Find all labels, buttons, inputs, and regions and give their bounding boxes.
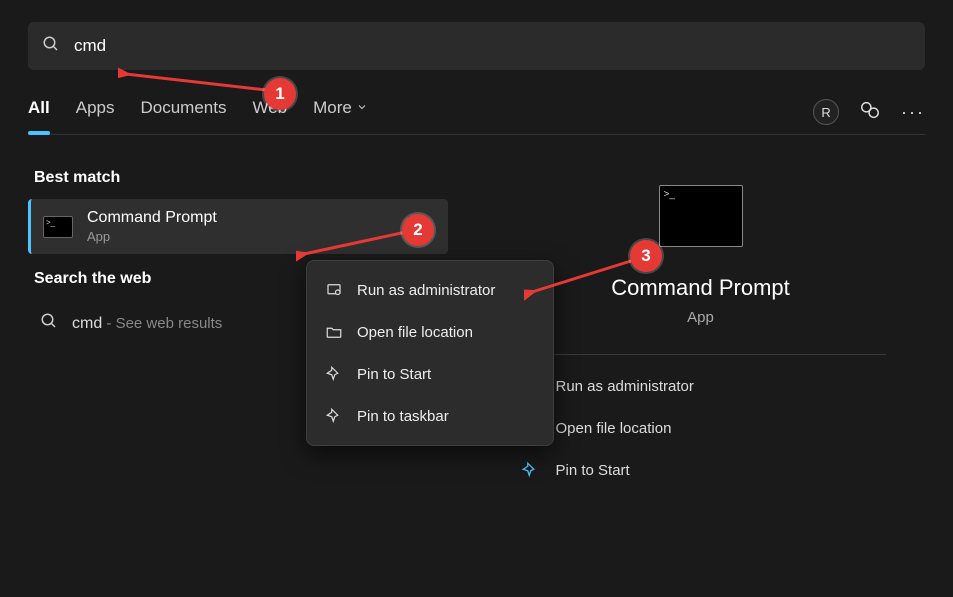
- tabs-row: All Apps Documents Web More R ···: [28, 92, 925, 135]
- action-label: Open file location: [556, 420, 672, 437]
- result-subtitle: App: [87, 229, 217, 244]
- action-run-admin[interactable]: Run as administrator: [516, 365, 886, 407]
- tab-more-label: More: [313, 98, 352, 118]
- annotation-3: 3: [630, 240, 662, 272]
- annotation-2: 2: [402, 214, 434, 246]
- divider: [516, 354, 886, 355]
- ctx-label: Open file location: [357, 324, 473, 341]
- web-hint: - See web results: [102, 315, 222, 332]
- action-open-location[interactable]: Open file location: [516, 407, 886, 449]
- tab-all[interactable]: All: [28, 92, 50, 132]
- action-label: Pin to Start: [556, 462, 630, 479]
- ctx-label: Pin to Start: [357, 366, 431, 383]
- folder-icon: [325, 323, 343, 341]
- search-bar[interactable]: cmd: [28, 22, 925, 70]
- ctx-open-location[interactable]: Open file location: [307, 311, 553, 353]
- result-title: Command Prompt: [87, 209, 217, 227]
- tab-apps[interactable]: Apps: [76, 92, 115, 132]
- chat-icon[interactable]: [859, 99, 881, 126]
- pin-icon: [325, 365, 343, 383]
- annotation-1: 1: [264, 78, 296, 110]
- search-input[interactable]: cmd: [74, 36, 106, 56]
- preview-title: Command Prompt: [611, 275, 790, 301]
- context-menu: Run as administrator Open file location …: [306, 260, 554, 446]
- tab-more[interactable]: More: [313, 92, 368, 132]
- ctx-pin-taskbar[interactable]: Pin to taskbar: [307, 395, 553, 437]
- terminal-icon: [43, 216, 73, 238]
- search-icon: [40, 312, 58, 335]
- search-icon: [42, 35, 60, 58]
- action-label: Run as administrator: [556, 378, 694, 395]
- ctx-label: Run as administrator: [357, 282, 495, 299]
- more-icon[interactable]: ···: [901, 102, 925, 123]
- web-query: cmd: [72, 315, 102, 332]
- pin-icon: [520, 461, 540, 479]
- best-match-heading: Best match: [34, 169, 448, 187]
- ctx-label: Pin to taskbar: [357, 408, 449, 425]
- action-pin-start[interactable]: Pin to Start: [516, 449, 886, 491]
- ctx-run-admin[interactable]: Run as administrator: [307, 269, 553, 311]
- pin-icon: [325, 407, 343, 425]
- ctx-pin-start[interactable]: Pin to Start: [307, 353, 553, 395]
- preview-subtitle: App: [687, 309, 714, 326]
- shield-icon: [325, 281, 343, 299]
- tab-documents[interactable]: Documents: [140, 92, 226, 132]
- terminal-icon: [659, 185, 743, 247]
- chevron-down-icon: [356, 98, 368, 118]
- result-command-prompt[interactable]: Command Prompt App: [28, 199, 448, 254]
- avatar[interactable]: R: [813, 99, 839, 125]
